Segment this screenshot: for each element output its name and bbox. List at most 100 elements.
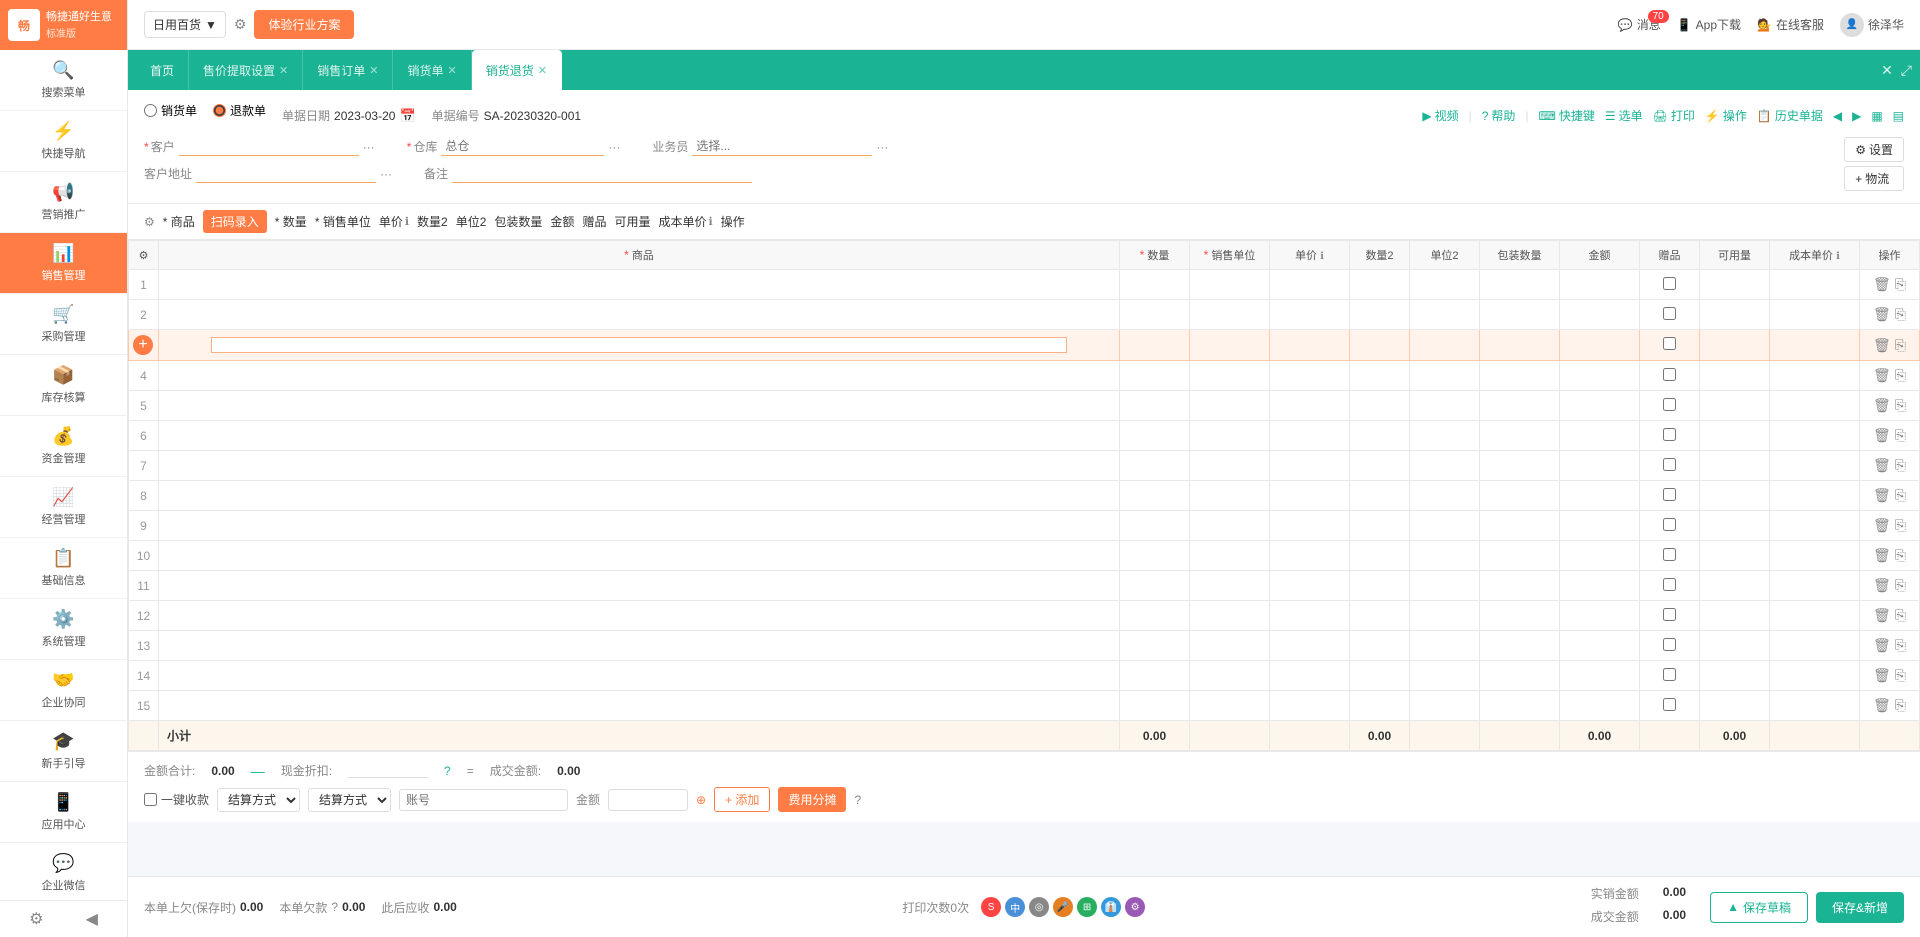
price-cell-15[interactable] bbox=[1270, 691, 1350, 721]
save-draft-button[interactable]: ▲ 保存草稿 bbox=[1710, 892, 1808, 923]
copy-row-10[interactable]: ⎘ bbox=[1895, 547, 1906, 564]
product-cell-2[interactable] bbox=[159, 300, 1120, 330]
address-input[interactable] bbox=[196, 164, 376, 183]
amount-cell-10[interactable] bbox=[1560, 541, 1640, 571]
cost-cell-13[interactable] bbox=[1770, 631, 1860, 661]
pack-cell-4[interactable] bbox=[1480, 361, 1560, 391]
copy-row-13[interactable]: ⎘ bbox=[1895, 637, 1906, 654]
cost-cell-3[interactable] bbox=[1770, 330, 1860, 361]
avail-cell-6[interactable] bbox=[1700, 421, 1770, 451]
amount-cell-13[interactable] bbox=[1560, 631, 1640, 661]
qty-cell-2[interactable] bbox=[1120, 300, 1190, 330]
copy-row-2[interactable]: ⎘ bbox=[1895, 306, 1906, 323]
copy-row-11[interactable]: ⎘ bbox=[1895, 577, 1906, 594]
price-cell-3[interactable] bbox=[1270, 330, 1350, 361]
pack-cell-8[interactable] bbox=[1480, 481, 1560, 511]
delete-row-12[interactable]: 🗑 bbox=[1873, 607, 1891, 624]
message-button[interactable]: 💬 消息 70 bbox=[1618, 16, 1661, 33]
avail-cell-13[interactable] bbox=[1700, 631, 1770, 661]
gift-cell-4[interactable] bbox=[1640, 361, 1700, 391]
price-cell-5[interactable] bbox=[1270, 391, 1350, 421]
toolbar-prev[interactable]: ◀ bbox=[1833, 109, 1842, 123]
qty-cell-12[interactable] bbox=[1120, 601, 1190, 631]
unit-cell-2[interactable] bbox=[1190, 300, 1270, 330]
sidebar-item-operation[interactable]: 📈经营管理 bbox=[0, 477, 127, 538]
product-cell-12[interactable] bbox=[159, 601, 1120, 631]
sidebar-item-sales[interactable]: 📊销售管理 bbox=[0, 233, 127, 294]
gift-check-2[interactable] bbox=[1663, 307, 1676, 320]
tool-icon-2[interactable]: 中 bbox=[1005, 897, 1025, 917]
sidebar-item-basic[interactable]: 📋基础信息 bbox=[0, 538, 127, 599]
unit2-cell-2[interactable] bbox=[1410, 300, 1480, 330]
toolbar-shortcut[interactable]: ⌨ 快捷键 bbox=[1539, 107, 1595, 124]
unit-cell-8[interactable] bbox=[1190, 481, 1270, 511]
gift-check-11[interactable] bbox=[1663, 578, 1676, 591]
gift-cell-10[interactable] bbox=[1640, 541, 1700, 571]
collapse-icon[interactable]: ◀ bbox=[86, 909, 98, 929]
qty2-cell-9[interactable] bbox=[1350, 511, 1410, 541]
delete-row-4[interactable]: 🗑 bbox=[1873, 367, 1891, 384]
settlement-select[interactable]: 结算方式 bbox=[217, 788, 300, 812]
qty2-cell-13[interactable] bbox=[1350, 631, 1410, 661]
product-cell-9[interactable] bbox=[159, 511, 1120, 541]
qty-cell-7[interactable] bbox=[1120, 451, 1190, 481]
calendar-icon[interactable]: 📅 bbox=[399, 108, 415, 124]
unit-cell-6[interactable] bbox=[1190, 421, 1270, 451]
fullscreen-icon[interactable]: ⤢ bbox=[1901, 62, 1912, 79]
address-dots[interactable]: ··· bbox=[380, 167, 392, 181]
account-select[interactable]: 结算方式 bbox=[308, 788, 391, 812]
unit2-cell-4[interactable] bbox=[1410, 361, 1480, 391]
qty2-cell-15[interactable] bbox=[1350, 691, 1410, 721]
avail-cell-3[interactable] bbox=[1700, 330, 1770, 361]
price-cell-13[interactable] bbox=[1270, 631, 1350, 661]
gift-check-9[interactable] bbox=[1663, 518, 1676, 531]
gift-cell-9[interactable] bbox=[1640, 511, 1700, 541]
cost-cell-5[interactable] bbox=[1770, 391, 1860, 421]
tool-icon-5[interactable]: ⊞ bbox=[1077, 897, 1097, 917]
gift-check-12[interactable] bbox=[1663, 608, 1676, 621]
unit-cell-10[interactable] bbox=[1190, 541, 1270, 571]
amount-cell-5[interactable] bbox=[1560, 391, 1640, 421]
gift-check-15[interactable] bbox=[1663, 698, 1676, 711]
product-input-3[interactable] bbox=[211, 337, 1068, 353]
amount-cell-9[interactable] bbox=[1560, 511, 1640, 541]
cost-cell-2[interactable] bbox=[1770, 300, 1860, 330]
copy-row-3[interactable]: ⎘ bbox=[1895, 337, 1906, 354]
cost-cell-11[interactable] bbox=[1770, 571, 1860, 601]
tool-icon-4[interactable]: 🎤 bbox=[1053, 897, 1073, 917]
amount-cell-6[interactable] bbox=[1560, 421, 1640, 451]
product-cell-14[interactable] bbox=[159, 661, 1120, 691]
gift-cell-1[interactable] bbox=[1640, 270, 1700, 300]
tab-price-set[interactable]: 售价提取设置 ✕ bbox=[189, 50, 303, 90]
gift-check-14[interactable] bbox=[1663, 668, 1676, 681]
sidebar-item-newbie[interactable]: 🎓新手引导 bbox=[0, 721, 127, 782]
unit2-cell-6[interactable] bbox=[1410, 421, 1480, 451]
toolbar-next[interactable]: ▶ bbox=[1852, 109, 1861, 123]
delete-row-11[interactable]: 🗑 bbox=[1873, 577, 1891, 594]
pack-cell-12[interactable] bbox=[1480, 601, 1560, 631]
save-new-button[interactable]: 保存&新增 bbox=[1816, 892, 1904, 923]
app-download-button[interactable]: 📱 App下载 bbox=[1677, 16, 1741, 33]
unit2-cell-15[interactable] bbox=[1410, 691, 1480, 721]
qty2-cell-5[interactable] bbox=[1350, 391, 1410, 421]
unit2-cell-14[interactable] bbox=[1410, 661, 1480, 691]
gift-cell-15[interactable] bbox=[1640, 691, 1700, 721]
unit2-cell-7[interactable] bbox=[1410, 451, 1480, 481]
pack-cell-1[interactable] bbox=[1480, 270, 1560, 300]
qty2-cell-7[interactable] bbox=[1350, 451, 1410, 481]
product-cell-6[interactable] bbox=[159, 421, 1120, 451]
amount-cell-15[interactable] bbox=[1560, 691, 1640, 721]
qty2-cell-14[interactable] bbox=[1350, 661, 1410, 691]
fenyong-button[interactable]: 费用分摊 bbox=[778, 787, 846, 812]
price-cell-4[interactable] bbox=[1270, 361, 1350, 391]
amount-cell-2[interactable] bbox=[1560, 300, 1640, 330]
product-cell-1[interactable] bbox=[159, 270, 1120, 300]
toolbar-history[interactable]: 📋 历史单据 bbox=[1757, 107, 1823, 124]
cost-cell-15[interactable] bbox=[1770, 691, 1860, 721]
qty2-cell-6[interactable] bbox=[1350, 421, 1410, 451]
avail-cell-4[interactable] bbox=[1700, 361, 1770, 391]
radio-return-label[interactable]: 退款单 bbox=[213, 102, 266, 119]
avail-cell-9[interactable] bbox=[1700, 511, 1770, 541]
tab-sales-order-close[interactable]: ✕ bbox=[369, 64, 378, 77]
discount-input[interactable] bbox=[348, 763, 428, 778]
